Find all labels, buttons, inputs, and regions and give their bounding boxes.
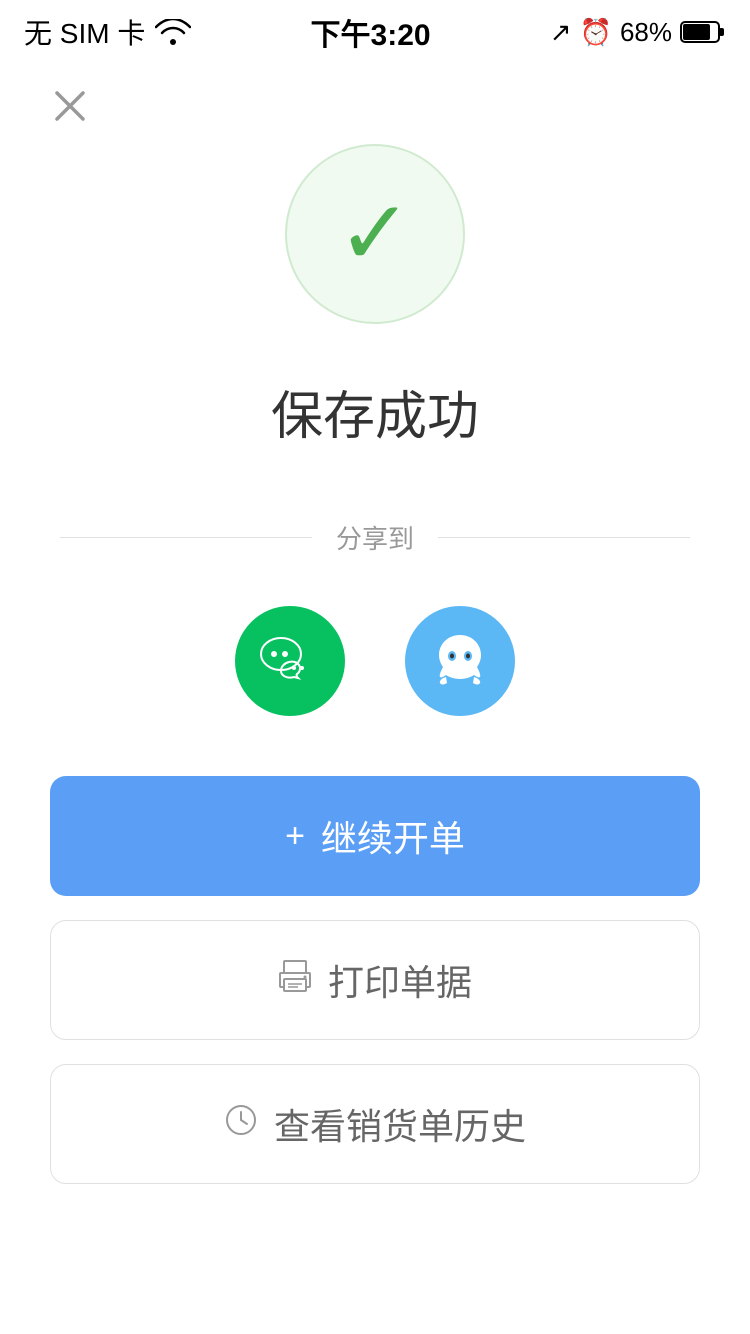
clock-icon (224, 1103, 258, 1145)
share-label: 分享到 (312, 519, 438, 556)
battery-icon (680, 20, 726, 44)
wechat-icon (259, 634, 321, 688)
history-button-label: 查看销货单历史 (274, 1098, 526, 1150)
share-section: 分享到 (0, 519, 750, 716)
wechat-share-button[interactable] (235, 606, 345, 716)
status-right: ↗ ⏰ 68% (550, 17, 726, 48)
plus-icon: + (285, 817, 305, 856)
divider-left (60, 537, 312, 538)
battery-text: 68% (620, 17, 672, 48)
location-icon: ↗ (550, 17, 572, 48)
printer-icon (278, 959, 312, 1001)
status-time: 下午3:20 (311, 10, 431, 54)
status-bar: 无 SIM 卡 下午3:20 ↗ ⏰ 68% (0, 0, 750, 64)
wifi-icon (155, 19, 191, 45)
status-carrier: 无 SIM 卡 (24, 12, 191, 52)
continue-button-label: 继续开单 (321, 810, 465, 862)
main-content: ✓ 保存成功 分享到 (0, 64, 750, 1184)
share-icons-row (235, 606, 515, 716)
divider-right (438, 537, 690, 538)
action-buttons: + 继续开单 打印单据 (0, 776, 750, 1184)
checkmark-icon: ✓ (337, 189, 412, 279)
alarm-icon: ⏰ (580, 17, 612, 48)
success-icon-circle: ✓ (285, 144, 465, 324)
share-divider: 分享到 (0, 519, 750, 556)
qq-share-button[interactable] (405, 606, 515, 716)
close-icon (51, 87, 89, 125)
print-button[interactable]: 打印单据 (50, 920, 700, 1040)
close-button[interactable] (40, 76, 100, 136)
print-button-label: 打印单据 (328, 954, 472, 1006)
continue-button[interactable]: + 继续开单 (50, 776, 700, 896)
history-button[interactable]: 查看销货单历史 (50, 1064, 700, 1184)
carrier-text: 无 SIM 卡 (24, 12, 145, 52)
qq-icon (430, 629, 490, 693)
success-title: 保存成功 (271, 374, 479, 449)
